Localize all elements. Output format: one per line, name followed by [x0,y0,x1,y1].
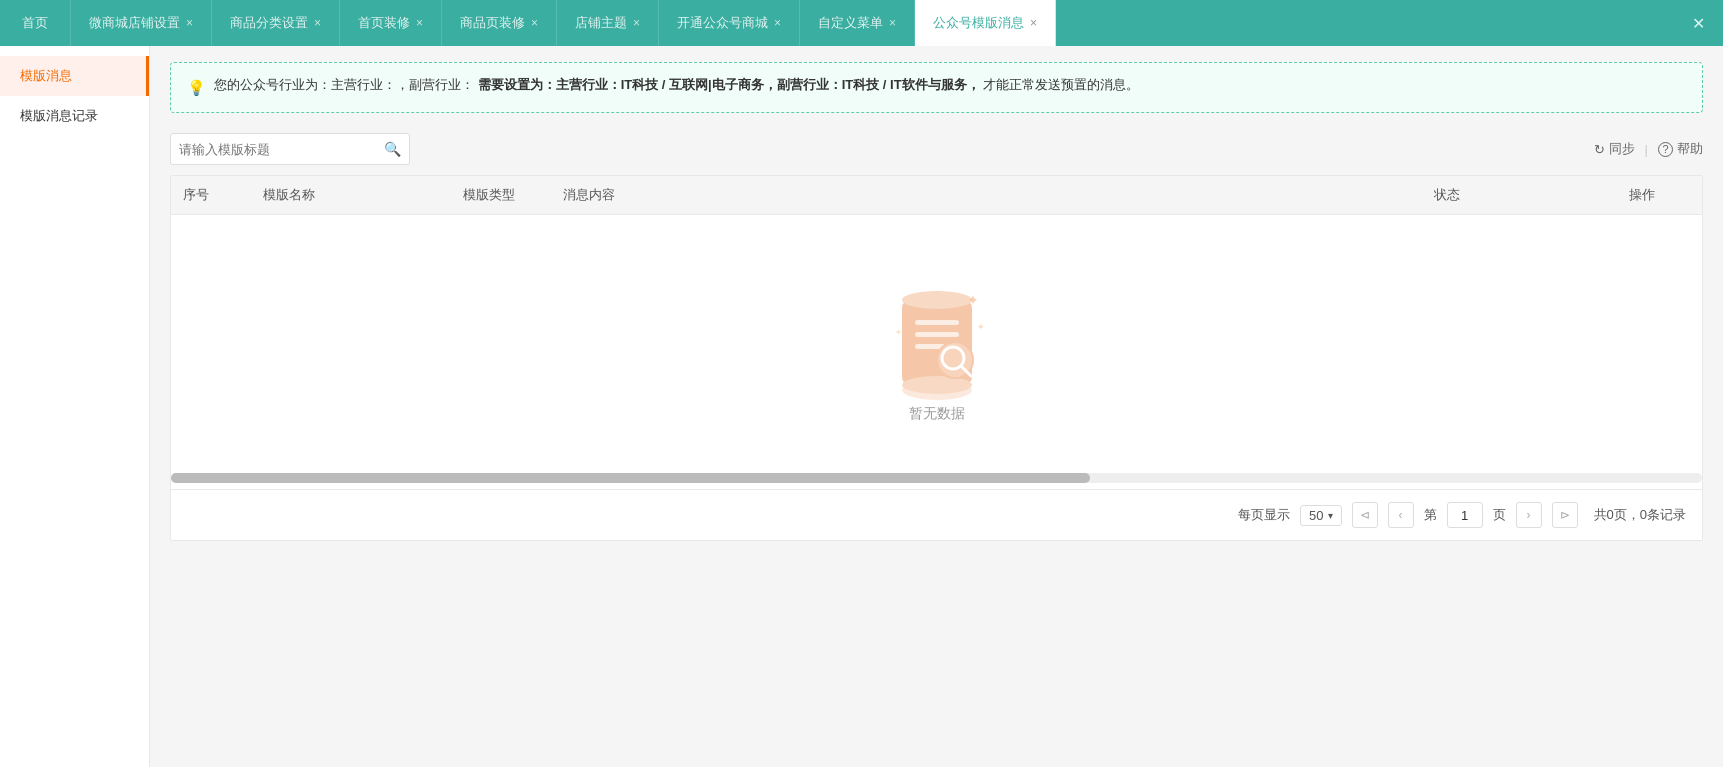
search-area: 🔍 [170,133,410,165]
th-content: 消息内容 [551,176,1422,214]
search-input[interactable] [179,142,384,157]
tab-close-1[interactable]: × [186,16,193,30]
tab-4[interactable]: 商品页装修 × [442,0,557,46]
per-page-select[interactable]: 50 ▾ [1300,505,1341,526]
notice-box: 💡 您的公众号行业为：主营行业：，副营行业： 需要设置为：主营行业：IT科技 /… [170,62,1703,113]
close-all-button[interactable]: ✕ [1674,14,1723,33]
th-action: 操作 [1582,176,1702,214]
tab-5[interactable]: 店铺主题 × [557,0,659,46]
next-page-button[interactable]: › [1516,502,1542,528]
tab-close-2[interactable]: × [314,16,321,30]
svg-point-3 [902,376,972,394]
svg-point-2 [902,291,972,309]
toolbar: 🔍 ↻ 同步 | ? 帮助 [170,133,1703,165]
toolbar-right: ↻ 同步 | ? 帮助 [1594,140,1703,158]
notice-icon: 💡 [187,76,206,100]
tab-3[interactable]: 首页装修 × [340,0,442,46]
empty-illustration: ✦ ✦ ✦ [877,275,997,405]
tab-0[interactable]: 首页 [0,0,71,46]
prev-page-button[interactable]: ‹ [1388,502,1414,528]
page-number-input[interactable] [1447,502,1483,528]
empty-text: 暂无数据 [909,405,965,423]
data-table: 序号 模版名称 模版类型 消息内容 状态 操作 [170,175,1703,541]
tab-7[interactable]: 自定义菜单 × [800,0,915,46]
total-info: 共0页，0条记录 [1594,506,1686,524]
help-icon: ? [1658,142,1673,157]
svg-rect-4 [915,320,959,325]
tab-8[interactable]: 公众号模版消息 × [915,0,1056,46]
sidebar-item-0[interactable]: 模版消息 [0,56,149,96]
search-icon[interactable]: 🔍 [384,141,401,157]
svg-text:✦: ✦ [895,328,902,337]
svg-text:✦: ✦ [977,322,985,332]
table-header: 序号 模版名称 模版类型 消息内容 状态 操作 [171,176,1702,215]
main-layout: 模版消息模版消息记录 💡 您的公众号行业为：主营行业：，副营行业： 需要设置为：… [0,46,1723,767]
tab-6[interactable]: 开通公众号商城 × [659,0,800,46]
toolbar-divider: | [1645,142,1648,157]
th-seq: 序号 [171,176,251,214]
per-page-label: 每页显示 [1238,506,1290,524]
horizontal-scrollbar[interactable] [171,473,1702,483]
content-area: 💡 您的公众号行业为：主营行业：，副营行业： 需要设置为：主营行业：IT科技 /… [150,46,1723,767]
top-tab-bar: 首页微商城店铺设置 ×商品分类设置 ×首页装修 ×商品页装修 ×店铺主题 ×开通… [0,0,1723,46]
empty-state: ✦ ✦ ✦ 暂无数据 [171,215,1702,463]
tab-1[interactable]: 微商城店铺设置 × [71,0,212,46]
tab-close-8[interactable]: × [1030,16,1037,30]
sync-icon: ↻ [1594,142,1605,157]
help-button[interactable]: ? 帮助 [1658,140,1703,158]
tab-close-4[interactable]: × [531,16,538,30]
tab-close-7[interactable]: × [889,16,896,30]
pagination: 每页显示 50 ▾ ⊲ ‹ 第 页 › ⊳ 共0页，0条记录 [171,489,1702,540]
tab-close-3[interactable]: × [416,16,423,30]
sidebar-item-1[interactable]: 模版消息记录 [0,96,149,136]
sync-button[interactable]: ↻ 同步 [1594,140,1635,158]
chevron-down-icon: ▾ [1328,510,1333,521]
page-label: 第 [1424,506,1437,524]
th-type: 模版类型 [451,176,551,214]
tab-close-6[interactable]: × [774,16,781,30]
scrollbar-thumb [171,473,1090,483]
tab-close-5[interactable]: × [633,16,640,30]
svg-rect-5 [915,332,959,337]
last-page-button[interactable]: ⊳ [1552,502,1578,528]
th-name: 模版名称 [251,176,451,214]
page-suffix: 页 [1493,506,1506,524]
notice-text: 您的公众号行业为：主营行业：，副营行业： 需要设置为：主营行业：IT科技 / 互… [214,75,1139,96]
tab-2[interactable]: 商品分类设置 × [212,0,340,46]
sidebar: 模版消息模版消息记录 [0,46,150,767]
first-page-button[interactable]: ⊲ [1352,502,1378,528]
th-status: 状态 [1422,176,1582,214]
svg-text:✦: ✦ [967,292,979,308]
